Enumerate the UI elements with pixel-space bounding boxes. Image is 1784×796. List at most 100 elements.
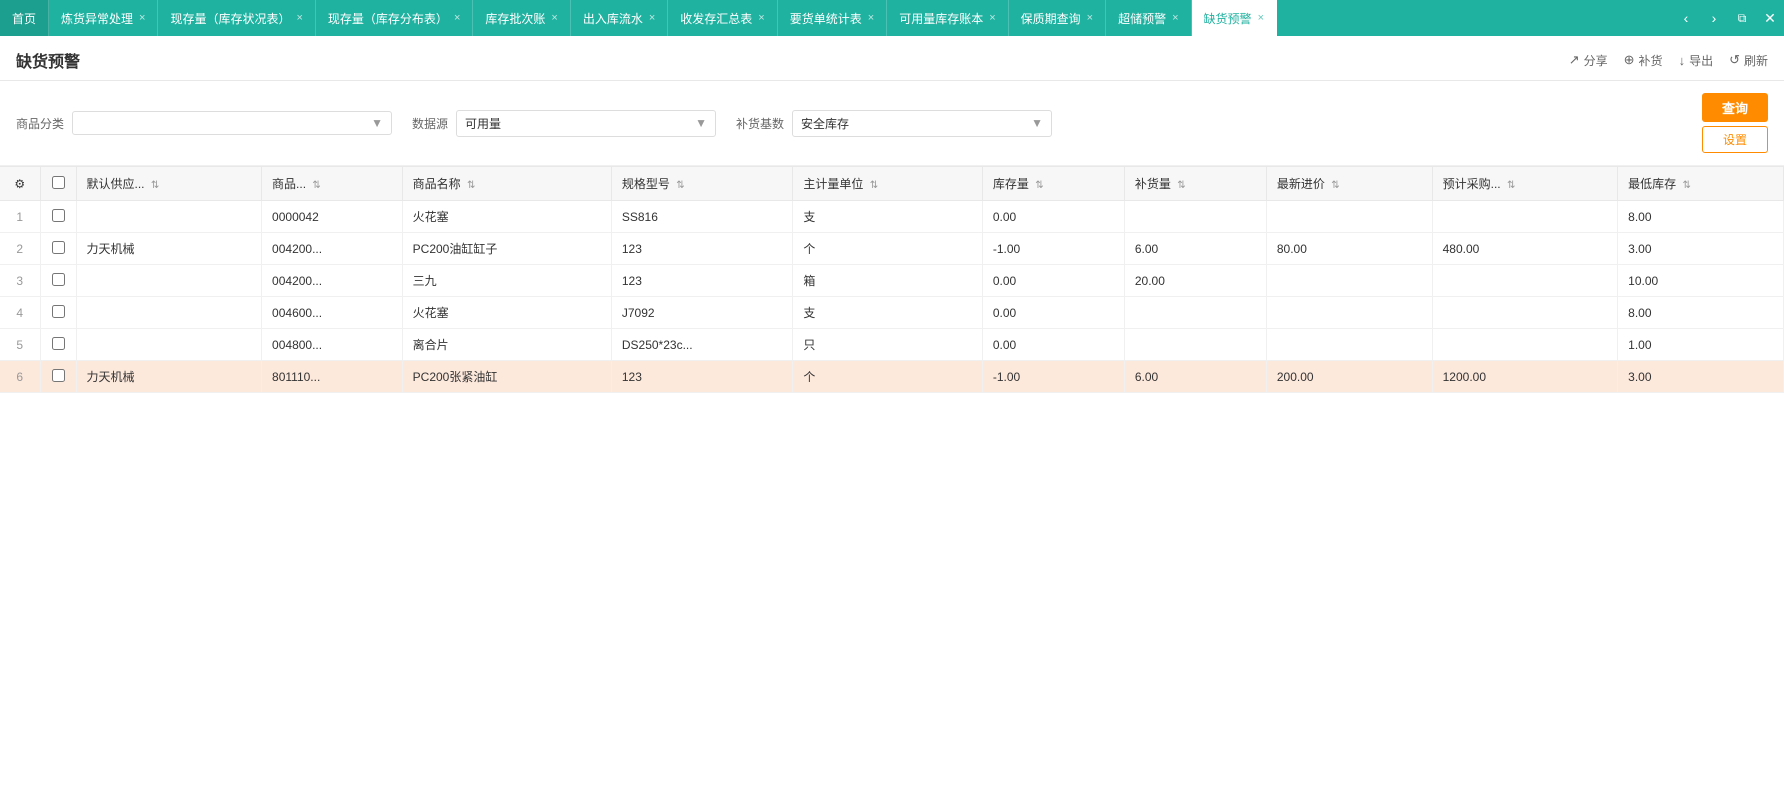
col-min-stock[interactable]: 最低库存 ⇅ [1618,167,1784,201]
tab-expiry-query-label: 保质期查询 [1021,10,1081,27]
tab-batch-account[interactable]: 库存批次账 × [473,0,570,36]
row-select-checkbox-1[interactable] [52,241,65,254]
row-min-stock-1: 3.00 [1618,233,1784,265]
tab-inventory-status[interactable]: 现存量（库存状况表） × [158,0,315,36]
tab-collect-summary[interactable]: 收发存汇总表 × [668,0,777,36]
row-select-checkbox-4[interactable] [52,337,65,350]
row-checkbox-1[interactable] [40,233,76,265]
tab-overstock-close[interactable]: × [1172,12,1178,24]
row-min-stock-0: 8.00 [1618,201,1784,233]
settings-button[interactable]: 设置 [1702,126,1768,153]
row-unit-1: 个 [793,233,983,265]
row-index-1: 2 [0,233,40,265]
tab-abnormal[interactable]: 炼货异常处理 × [49,0,158,36]
col-supplier[interactable]: 默认供应... ⇅ [76,167,262,201]
tab-batch-account-label: 库存批次账 [485,10,545,27]
datasource-filter-group: 数据源 可用量 ▼ [412,110,716,137]
row-checkbox-5[interactable] [40,361,76,393]
tab-inventory-status-close[interactable]: × [296,12,302,24]
row-checkbox-3[interactable] [40,297,76,329]
tab-collect-summary-close[interactable]: × [758,12,764,24]
datasource-select[interactable]: 可用量 ▼ [456,110,716,137]
row-checkbox-0[interactable] [40,201,76,233]
tab-inout-flow[interactable]: 出入库流水 × [571,0,668,36]
table-row: 6 力天机械 801110... PC200张紧油缸 123 个 -1.00 6… [0,361,1784,393]
col-product-name[interactable]: 商品名称 ⇅ [402,167,611,201]
export-btn[interactable]: ↓ 导出 [1679,52,1714,69]
row-est-purchase-1: 480.00 [1432,233,1618,265]
filter-actions: 查询 设置 [1702,93,1768,153]
replenish-base-select[interactable]: 安全库存 ▼ [792,110,1052,137]
row-select-checkbox-3[interactable] [52,305,65,318]
row-index-2: 3 [0,265,40,297]
replenish-base-filter-group: 补货基数 安全库存 ▼ [736,110,1052,137]
col-supplier-label: 默认供应... [87,177,145,191]
col-replenish[interactable]: 补货量 ⇅ [1124,167,1266,201]
select-all-checkbox[interactable] [52,176,65,189]
tab-available-ledger-close[interactable]: × [989,12,995,24]
col-unit[interactable]: 主计量单位 ⇅ [793,167,983,201]
tab-inventory-dist-close[interactable]: × [454,12,460,24]
query-button[interactable]: 查询 [1702,93,1768,122]
col-gear[interactable]: ⚙ [0,167,40,201]
tab-next-btn[interactable]: › [1700,0,1728,36]
export-label: 导出 [1689,52,1713,69]
row-spec-3: J7092 [611,297,793,329]
col-stock[interactable]: 库存量 ⇅ [982,167,1124,201]
row-latest-price-0 [1266,201,1432,233]
row-select-checkbox-2[interactable] [52,273,65,286]
row-supplier-5: 力天机械 [76,361,262,393]
row-supplier-1: 力天机械 [76,233,262,265]
tab-shortage[interactable]: 缺货预警 × [1192,0,1277,36]
col-spec[interactable]: 规格型号 ⇅ [611,167,793,201]
col-est-purchase[interactable]: 预计采购... ⇅ [1432,167,1618,201]
share-btn[interactable]: ↗ 分享 [1569,52,1608,69]
refresh-btn[interactable]: ↺ 刷新 [1729,52,1768,69]
row-checkbox-2[interactable] [40,265,76,297]
row-checkbox-4[interactable] [40,329,76,361]
tab-overstock-label: 超储预警 [1118,10,1166,27]
row-select-checkbox-0[interactable] [52,209,65,222]
row-select-checkbox-5[interactable] [52,369,65,382]
col-spec-label: 规格型号 [622,177,670,191]
row-est-purchase-2 [1432,265,1618,297]
category-chevron-icon: ▼ [371,116,383,130]
row-min-stock-4: 1.00 [1618,329,1784,361]
tab-close-all-btn[interactable]: ✕ [1756,0,1784,36]
unit-sort-icon: ⇅ [870,180,878,191]
tab-order-stats-close[interactable]: × [868,12,874,24]
row-min-stock-5: 3.00 [1618,361,1784,393]
tab-abnormal-close[interactable]: × [139,12,145,24]
tab-order-stats[interactable]: 要货单统计表 × [778,0,887,36]
tab-batch-account-close[interactable]: × [551,12,557,24]
tab-home[interactable]: 首页 [0,0,49,36]
tab-inventory-dist[interactable]: 现存量（库存分布表） × [316,0,473,36]
category-filter-group: 商品分类 ▼ [16,111,392,135]
col-product-code[interactable]: 商品... ⇅ [262,167,403,201]
row-min-stock-3: 8.00 [1618,297,1784,329]
tab-inout-flow-label: 出入库流水 [583,10,643,27]
row-replenish-1: 6.00 [1124,233,1266,265]
stock-sort-icon: ⇅ [1035,180,1043,191]
category-select[interactable]: ▼ [72,111,392,135]
tab-available-ledger-label: 可用量库存账本 [899,10,983,27]
replenish-label: 补货 [1639,52,1663,69]
row-product-name-3: 火花塞 [402,297,611,329]
tab-expiry-query-close[interactable]: × [1087,12,1093,24]
tab-expiry-query[interactable]: 保质期查询 × [1009,0,1106,36]
row-stock-5: -1.00 [982,361,1124,393]
table-body: 1 0000042 火花塞 SS816 支 0.00 8.00 2 力天机械 0… [0,201,1784,393]
product-name-sort-icon: ⇅ [467,180,475,191]
tab-restore-btn[interactable]: ⧉ [1728,0,1756,36]
tab-overstock[interactable]: 超储预警 × [1106,0,1191,36]
row-replenish-5: 6.00 [1124,361,1266,393]
tab-shortage-close[interactable]: × [1258,12,1264,24]
col-checkbox[interactable] [40,167,76,201]
col-latest-price[interactable]: 最新进价 ⇅ [1266,167,1432,201]
row-replenish-2: 20.00 [1124,265,1266,297]
row-product-code-3: 004600... [262,297,403,329]
replenish-btn[interactable]: ⊕ 补货 [1624,52,1663,69]
tab-available-ledger[interactable]: 可用量库存账本 × [887,0,1008,36]
tab-prev-btn[interactable]: ‹ [1672,0,1700,36]
tab-inout-flow-close[interactable]: × [649,12,655,24]
